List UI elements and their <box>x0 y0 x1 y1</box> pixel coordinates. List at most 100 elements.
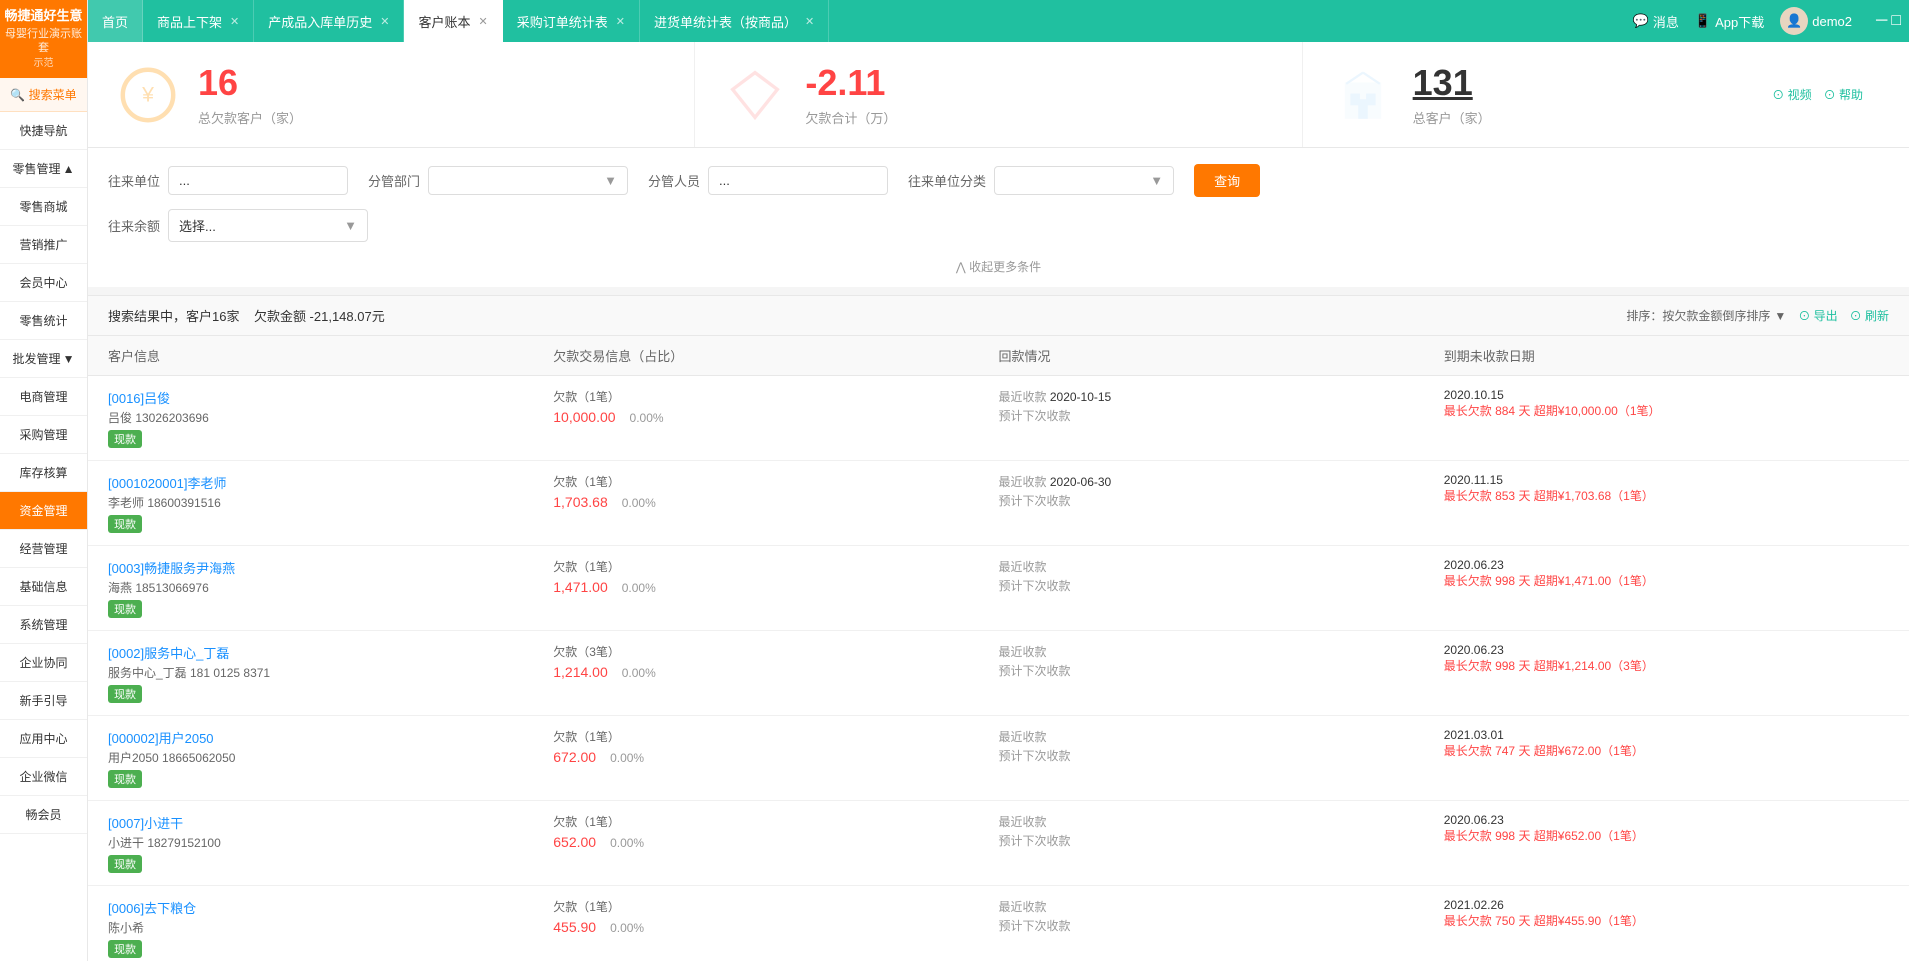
tab-customer-account-close[interactable]: ✕ <box>479 15 488 28</box>
source-unit-input[interactable]: ... <box>168 166 348 195</box>
last-collect-label: 最近收款 <box>999 898 1444 915</box>
table-row: [000002]用户2050 用户2050 18665062050 现款 欠款（… <box>88 716 1909 801</box>
sidebar-item-basic-info[interactable]: 基础信息 <box>0 568 87 606</box>
search-menu-btn[interactable]: 🔍 搜索菜单 <box>0 78 87 112</box>
message-icon: 💬 <box>1633 13 1649 29</box>
person-input[interactable]: ... <box>708 166 888 195</box>
video-link[interactable]: ⊙ 视频 <box>1772 86 1811 103</box>
tab-product-offline-close[interactable]: ✕ <box>230 15 239 28</box>
tab-purchase-stats-close[interactable]: ✕ <box>616 15 625 28</box>
sidebar-item-retail-mgmt[interactable]: 零售管理 ▲ <box>0 150 87 188</box>
tab-product-offline[interactable]: 商品上下架 ✕ <box>143 0 254 42</box>
overdue-date: 2020.10.15 <box>1444 388 1889 402</box>
tab-customer-account[interactable]: 客户账本 ✕ <box>404 0 502 42</box>
dept-select[interactable]: ▼ <box>428 166 628 195</box>
debt-title: 欠款（1笔） <box>553 388 998 405</box>
app-download-label: App下载 <box>1715 12 1764 31</box>
balance-select[interactable]: 选择... ▼ <box>168 209 368 242</box>
maximize-icon[interactable]: □ <box>1891 12 1901 30</box>
sidebar-item-ecommerce[interactable]: 电商管理 <box>0 378 87 416</box>
sidebar-item-enterprise-coop[interactable]: 企业协同 <box>0 644 87 682</box>
tab-import-stats-close[interactable]: ✕ <box>805 15 814 28</box>
money-circle-icon: ¥ <box>118 65 178 125</box>
source-unit-label: 往来单位 <box>108 171 160 190</box>
query-button[interactable]: 查询 <box>1194 164 1260 197</box>
overdue-date: 2021.02.26 <box>1444 898 1889 912</box>
sidebar-item-app-center[interactable]: 应用中心 <box>0 720 87 758</box>
sidebar-item-purchase[interactable]: 采购管理 <box>0 416 87 454</box>
debt-amount: 1,471.00 <box>553 579 608 595</box>
overdue-link[interactable]: 超期¥455.90（1笔） <box>1534 914 1644 928</box>
sidebar-item-finance[interactable]: 资金管理 <box>0 492 87 530</box>
logo-subtitle: 母婴行业演示账套 <box>4 27 83 56</box>
overdue-link[interactable]: 超期¥10,000.00（1笔） <box>1534 404 1661 418</box>
diamond-icon <box>725 65 785 125</box>
user-avatar-btn[interactable]: 👤 demo2 <box>1780 7 1852 35</box>
sidebar-item-marketing[interactable]: 营销推广 <box>0 226 87 264</box>
message-btn[interactable]: 💬 消息 <box>1633 12 1679 31</box>
debt-cell-c0001020001: 欠款（1笔） 1,703.68 0.00% <box>553 473 998 510</box>
help-link[interactable]: ⊙ 帮助 <box>1824 86 1863 103</box>
collect-cell-c0016: 最近收款 2020-10-15 预计下次收款 <box>999 388 1444 424</box>
tab-product-history-close[interactable]: ✕ <box>380 15 389 28</box>
overdue-days: 最长欠款 853 天 超期¥1,703.68（1笔） <box>1444 487 1889 504</box>
export-btn[interactable]: ⊙ 导出 <box>1798 307 1837 324</box>
sidebar-item-batch-mgmt[interactable]: 批发管理 ▼ <box>0 340 87 378</box>
person-label: 分管人员 <box>648 171 700 190</box>
stat-label-overdue-amount: 欠款合计（万） <box>805 108 1271 127</box>
next-collect-label: 预计下次收款 <box>999 917 1444 934</box>
sidebar-item-member[interactable]: 会员中心 <box>0 264 87 302</box>
filter-row-1: 往来单位 ... 分管部门 ▼ 分管人员 ... <box>108 164 1889 197</box>
overdue-link[interactable]: 超期¥672.00（1笔） <box>1534 744 1644 758</box>
customer-name-link[interactable]: [0006]去下粮仓 <box>108 898 553 917</box>
tab-purchase-stats[interactable]: 采购订单统计表 ✕ <box>503 0 640 42</box>
tab-product-offline-label: 商品上下架 <box>157 12 222 31</box>
balance-arrow-icon: ▼ <box>344 218 357 233</box>
unit-class-arrow-icon: ▼ <box>1150 173 1163 188</box>
tab-home[interactable]: 首页 <box>88 0 143 42</box>
overdue-link[interactable]: 超期¥1,703.68（1笔） <box>1534 489 1654 503</box>
customer-name-link[interactable]: [0002]服务中心_丁磊 <box>108 643 553 662</box>
collapse-icon: ⋀ <box>956 260 966 274</box>
overdue-cell-c0016: 2020.10.15 最长欠款 884 天 超期¥10,000.00（1笔） <box>1444 388 1889 419</box>
customer-name-link[interactable]: [0003]畅捷服务尹海燕 <box>108 558 553 577</box>
refresh-btn[interactable]: ⊙ 刷新 <box>1850 307 1889 324</box>
sidebar-item-enterprise-wx[interactable]: 企业微信 <box>0 758 87 796</box>
customer-name-link[interactable]: [0016]吕俊 <box>108 388 553 407</box>
customer-cell-c0016: [0016]吕俊 吕俊 13026203696 现款 <box>108 388 553 448</box>
customer-name-link[interactable]: [0007]小进干 <box>108 813 553 832</box>
collapse-btn[interactable]: ⋀ 收起更多条件 <box>108 254 1889 279</box>
sidebar-item-system[interactable]: 系统管理 <box>0 606 87 644</box>
app-download-icon: 📱 <box>1695 13 1711 29</box>
customer-name-link[interactable]: [000002]用户2050 <box>108 728 553 747</box>
sidebar-item-retail-stats[interactable]: 零售统计 <box>0 302 87 340</box>
sidebar-item-operations[interactable]: 经营管理 <box>0 530 87 568</box>
sidebar-item-stock-check[interactable]: 库存核算 <box>0 454 87 492</box>
debt-pct: 0.00% <box>622 581 656 595</box>
dept-arrow-icon: ▼ <box>604 173 617 188</box>
overdue-link[interactable]: 超期¥1,471.00（1笔） <box>1534 574 1654 588</box>
debt-amount: 10,000.00 <box>553 409 615 425</box>
results-bar: 搜索结果中，客户16家 欠款金额 -21,148.07元 排序：按欠款金额倒序排… <box>88 295 1909 336</box>
customer-tag: 现款 <box>108 685 142 703</box>
overdue-link[interactable]: 超期¥1,214.00（3笔） <box>1534 659 1654 673</box>
customer-name-link[interactable]: [0001020001]李老师 <box>108 473 553 492</box>
tab-import-stats[interactable]: 进货单统计表（按商品） ✕ <box>640 0 829 42</box>
debt-amount: 455.90 <box>553 919 596 935</box>
debt-pct: 0.00% <box>610 751 644 765</box>
sidebar-item-retail-mall[interactable]: 零售商城 <box>0 188 87 226</box>
last-collect-date: 2020-06-30 <box>1050 475 1111 489</box>
sidebar: 畅捷通好生意 母婴行业演示账套 示范 🔍 搜索菜单 快捷导航 零售管理 ▲ 零售… <box>0 0 88 961</box>
sidebar-item-quick-nav[interactable]: 快捷导航 <box>0 112 87 150</box>
sidebar-item-vip-member[interactable]: 畅会员 <box>0 796 87 834</box>
app-download-btn[interactable]: 📱 App下载 <box>1695 12 1764 31</box>
overdue-link[interactable]: 超期¥652.00（1笔） <box>1534 829 1644 843</box>
unit-class-select[interactable]: ▼ <box>994 166 1174 195</box>
overdue-days: 最长欠款 998 天 超期¥652.00（1笔） <box>1444 827 1889 844</box>
minimize-icon[interactable]: ─ <box>1876 12 1887 30</box>
tab-product-history[interactable]: 产成品入库单历史 ✕ <box>254 0 404 42</box>
debt-amount: 652.00 <box>553 834 596 850</box>
sidebar-item-newbie[interactable]: 新手引导 <box>0 682 87 720</box>
customer-sub-info: 服务中心_丁磊 181 0125 8371 <box>108 664 553 681</box>
stat-num-overdue-amount: -2.11 <box>805 62 1271 104</box>
